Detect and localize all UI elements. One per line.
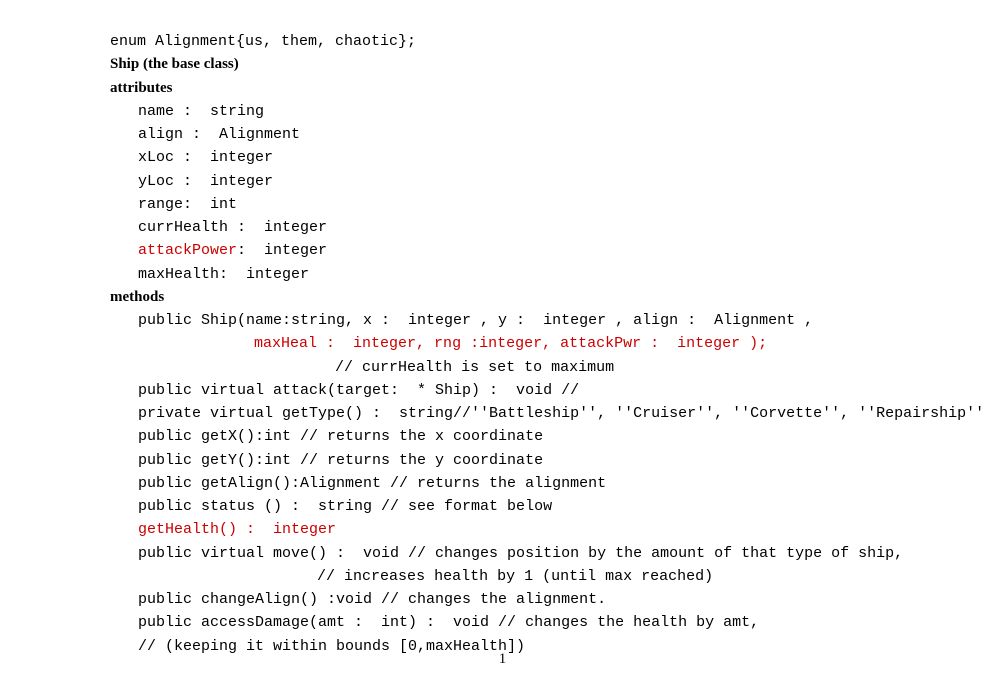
method-changealign: public changeAlign() :void // changes th…	[110, 588, 1005, 611]
page-number: 1	[0, 651, 1005, 668]
method-constructor-line1: public Ship(name:string, x : integer , y…	[110, 309, 1005, 332]
method-getalign: public getAlign():Alignment // returns t…	[110, 472, 1005, 495]
attr-attackpower: attackPower: integer	[110, 239, 1005, 262]
method-attack: public virtual attack(target: * Ship) : …	[110, 379, 1005, 402]
attr-maxhealth: maxHealth: integer	[110, 263, 1005, 286]
method-getx: public getX():int // returns the x coord…	[110, 425, 1005, 448]
method-status: public status () : string // see format …	[110, 495, 1005, 518]
attributes-heading: attributes	[110, 77, 1005, 100]
ship-class-heading: Ship (the base class)	[110, 53, 1005, 76]
attackpower-label: attackPower	[138, 242, 237, 259]
attr-range: range: int	[110, 193, 1005, 216]
attackpower-type: : integer	[237, 242, 327, 259]
document-page: enum Alignment{us, them, chaotic}; Ship …	[0, 0, 1005, 658]
method-constructor-comment: // currHealth is set to maximum	[110, 356, 1005, 379]
methods-heading: methods	[110, 286, 1005, 309]
method-move-comment: // increases health by 1 (until max reac…	[110, 565, 1005, 588]
enum-declaration: enum Alignment{us, them, chaotic};	[110, 30, 1005, 53]
constructor-extra-params: maxHeal : integer, rng :integer, attackP…	[254, 335, 767, 352]
method-accessdamage: public accessDamage(amt : int) : void //…	[110, 611, 1005, 634]
method-gettype: private virtual getType() : string//''Ba…	[110, 402, 1005, 425]
move-comment-text: // increases health by 1 (until max reac…	[317, 568, 713, 585]
method-constructor-line2: maxHeal : integer, rng :integer, attackP…	[110, 332, 1005, 355]
method-gety: public getY():int // returns the y coord…	[110, 449, 1005, 472]
attr-currhealth: currHealth : integer	[110, 216, 1005, 239]
attr-name: name : string	[110, 100, 1005, 123]
method-move: public virtual move() : void // changes …	[110, 542, 1005, 565]
attr-yloc: yLoc : integer	[110, 170, 1005, 193]
method-gethealth: getHealth() : integer	[110, 518, 1005, 541]
attr-align: align : Alignment	[110, 123, 1005, 146]
constructor-comment-text: // currHealth is set to maximum	[335, 359, 614, 376]
attr-xloc: xLoc : integer	[110, 146, 1005, 169]
